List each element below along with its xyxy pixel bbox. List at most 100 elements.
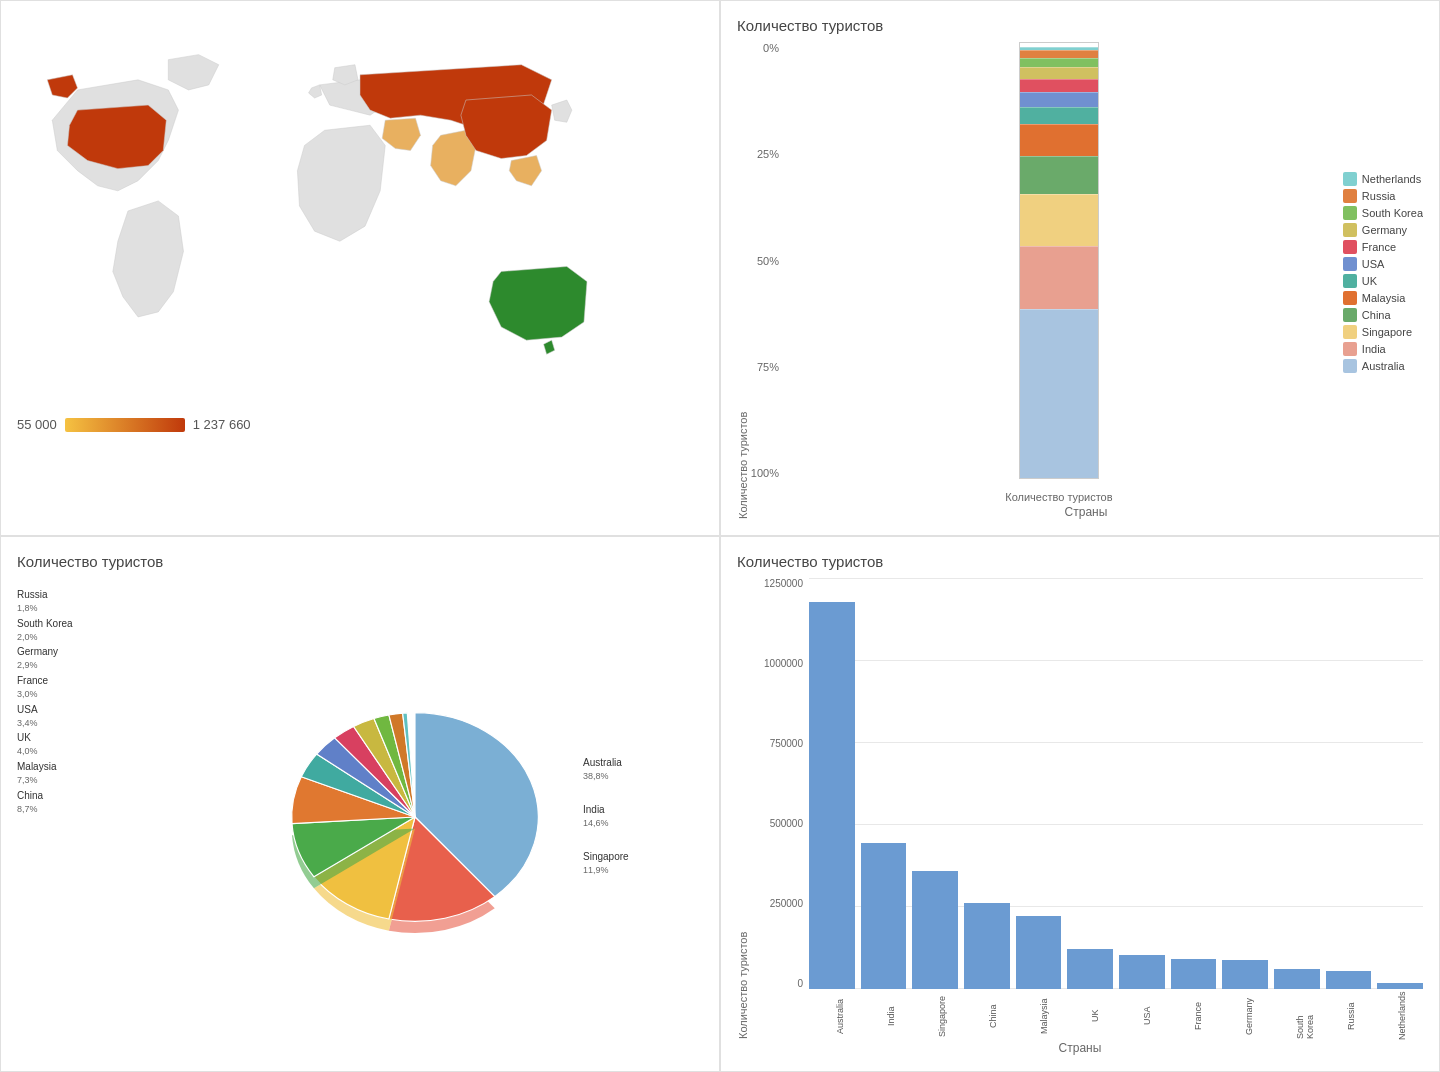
bar-chart-area: Количество туристов 02500005000007500001… bbox=[737, 578, 1423, 1039]
bar-item-netherlands: Netherlands bbox=[1377, 582, 1423, 989]
bar-x-label: Netherlands bbox=[1397, 993, 1407, 1039]
bar-rect bbox=[1222, 960, 1268, 989]
stacked-y-axis: 100% 75% 50% 25% 0% bbox=[749, 42, 785, 503]
bar-rect bbox=[1016, 916, 1062, 989]
legend-label: Germany bbox=[1362, 224, 1407, 236]
bar-x-label: Australia bbox=[835, 993, 845, 1039]
bar-plot: AustraliaIndiaSingaporeChinaMalaysiaUKUS… bbox=[809, 578, 1423, 1039]
legend-swatch bbox=[1343, 257, 1357, 271]
legend-label: Malaysia bbox=[1362, 292, 1405, 304]
legend-item-france: France bbox=[1343, 240, 1423, 254]
stacked-segment-india bbox=[1020, 246, 1098, 310]
stacked-y-axis-title: Количество туристов bbox=[737, 42, 749, 519]
bar-rect bbox=[912, 871, 958, 989]
bar-y-label: 750000 bbox=[770, 738, 803, 749]
bar-item-india: India bbox=[861, 582, 907, 989]
map-legend: 55 000 1 237 660 bbox=[17, 417, 703, 432]
stacked-segment-germany bbox=[1020, 67, 1098, 80]
bar-rect bbox=[861, 843, 907, 989]
stacked-segment-china bbox=[1020, 156, 1098, 194]
bar-x-label: France bbox=[1193, 993, 1203, 1039]
legend-item-uk: UK bbox=[1343, 274, 1423, 288]
pie-label-france: France3,0% bbox=[17, 674, 157, 701]
pie-label-china: China8,7% bbox=[17, 789, 157, 816]
legend-swatch bbox=[1343, 308, 1357, 322]
bar-x-label: South Korea bbox=[1295, 993, 1315, 1039]
legend-gradient bbox=[65, 418, 185, 432]
bar-item-china: China bbox=[964, 582, 1010, 989]
legend-swatch bbox=[1343, 359, 1357, 373]
bar-rect bbox=[1274, 969, 1320, 989]
stacked-legend: Netherlands Russia South Korea Germany Franc… bbox=[1333, 42, 1423, 503]
legend-item-australia: Australia bbox=[1343, 359, 1423, 373]
stacked-plot: Количество туристов bbox=[785, 42, 1333, 503]
pie-label-right-australia: Australia38,8% bbox=[583, 756, 703, 783]
bar-x-label: UK bbox=[1090, 993, 1100, 1039]
stacked-bar-col bbox=[1019, 42, 1099, 479]
legend-item-germany: Germany bbox=[1343, 223, 1423, 237]
legend-item-usa: USA bbox=[1343, 257, 1423, 271]
legend-swatch bbox=[1343, 325, 1357, 339]
bar-rect bbox=[1067, 949, 1113, 989]
legend-swatch bbox=[1343, 223, 1357, 237]
legend-label: South Korea bbox=[1362, 207, 1423, 219]
bar-x-label: China bbox=[988, 993, 998, 1039]
legend-swatch bbox=[1343, 206, 1357, 220]
bar-rect bbox=[1119, 955, 1165, 989]
bar-y-label: 0 bbox=[797, 978, 803, 989]
bar-rect bbox=[1377, 983, 1423, 989]
pie-labels-right: Australia38,8%India14,6%Singapore11,9% bbox=[583, 578, 703, 1055]
pie-chart-title: Количество туристов bbox=[17, 553, 703, 570]
stacked-segment-singapore bbox=[1020, 194, 1098, 246]
legend-label: Singapore bbox=[1362, 326, 1412, 338]
stacked-x-label: Количество туристов bbox=[1005, 491, 1112, 503]
bar-item-germany: Germany bbox=[1222, 582, 1268, 989]
bar-x-label: Russia bbox=[1346, 993, 1356, 1039]
pie-label-russia: Russia1,8% bbox=[17, 588, 157, 615]
legend-label: China bbox=[1362, 309, 1391, 321]
legend-swatch bbox=[1343, 189, 1357, 203]
pie-labels-left: Russia1,8%South Korea2,0%Germany2,9%Fran… bbox=[17, 578, 157, 1055]
bar-y-label: 1000000 bbox=[764, 658, 803, 669]
bar-rect bbox=[964, 903, 1010, 989]
legend-item-russia: Russia bbox=[1343, 189, 1423, 203]
bar-item-france: France bbox=[1171, 582, 1217, 989]
legend-swatch bbox=[1343, 291, 1357, 305]
legend-label: France bbox=[1362, 241, 1396, 253]
legend-item-netherlands: Netherlands bbox=[1343, 172, 1423, 186]
legend-swatch bbox=[1343, 274, 1357, 288]
stacked-bar-quadrant: Количество туристов Количество туристов … bbox=[720, 0, 1440, 536]
pie-label-uk: UK4,0% bbox=[17, 731, 157, 758]
stacked-chart-title: Количество туристов bbox=[737, 17, 1423, 34]
bar-rect bbox=[1326, 971, 1372, 989]
stacked-segment-russia bbox=[1020, 50, 1098, 58]
stacked-segment-malaysia bbox=[1020, 124, 1098, 156]
bar-x-label: Singapore bbox=[937, 993, 947, 1039]
legend-label: India bbox=[1362, 343, 1386, 355]
legend-min: 55 000 bbox=[17, 417, 57, 432]
bar-rect bbox=[809, 602, 855, 989]
bar-x-label: Germany bbox=[1244, 993, 1254, 1039]
map-quadrant: 55 000 1 237 660 bbox=[0, 0, 720, 536]
legend-swatch bbox=[1343, 342, 1357, 356]
pie-label-usa: USA3,4% bbox=[17, 703, 157, 730]
legend-item-china: China bbox=[1343, 308, 1423, 322]
legend-max: 1 237 660 bbox=[193, 417, 251, 432]
stacked-bar-wrap bbox=[785, 42, 1333, 503]
stacked-segment-uk bbox=[1020, 107, 1098, 124]
pie-chart-area: Russia1,8%South Korea2,0%Germany2,9%Fran… bbox=[17, 578, 703, 1055]
legend-swatch bbox=[1343, 172, 1357, 186]
bar-y-label: 1250000 bbox=[764, 578, 803, 589]
bar-item-uk: UK bbox=[1067, 582, 1113, 989]
pie-label-right-singapore: Singapore11,9% bbox=[583, 850, 703, 877]
bar-y-label: 250000 bbox=[770, 898, 803, 909]
bar-item-singapore: Singapore bbox=[912, 582, 958, 989]
pie-quadrant: Количество туристов Russia1,8%South Kore… bbox=[0, 536, 720, 1072]
legend-label: Australia bbox=[1362, 360, 1405, 372]
legend-label: Russia bbox=[1362, 190, 1396, 202]
bar-item-malaysia: Malaysia bbox=[1016, 582, 1062, 989]
bar-item-usa: USA bbox=[1119, 582, 1165, 989]
legend-label: UK bbox=[1362, 275, 1377, 287]
legend-item-malaysia: Malaysia bbox=[1343, 291, 1423, 305]
bar-y-axis: 025000050000075000010000001250000 bbox=[749, 578, 809, 1039]
